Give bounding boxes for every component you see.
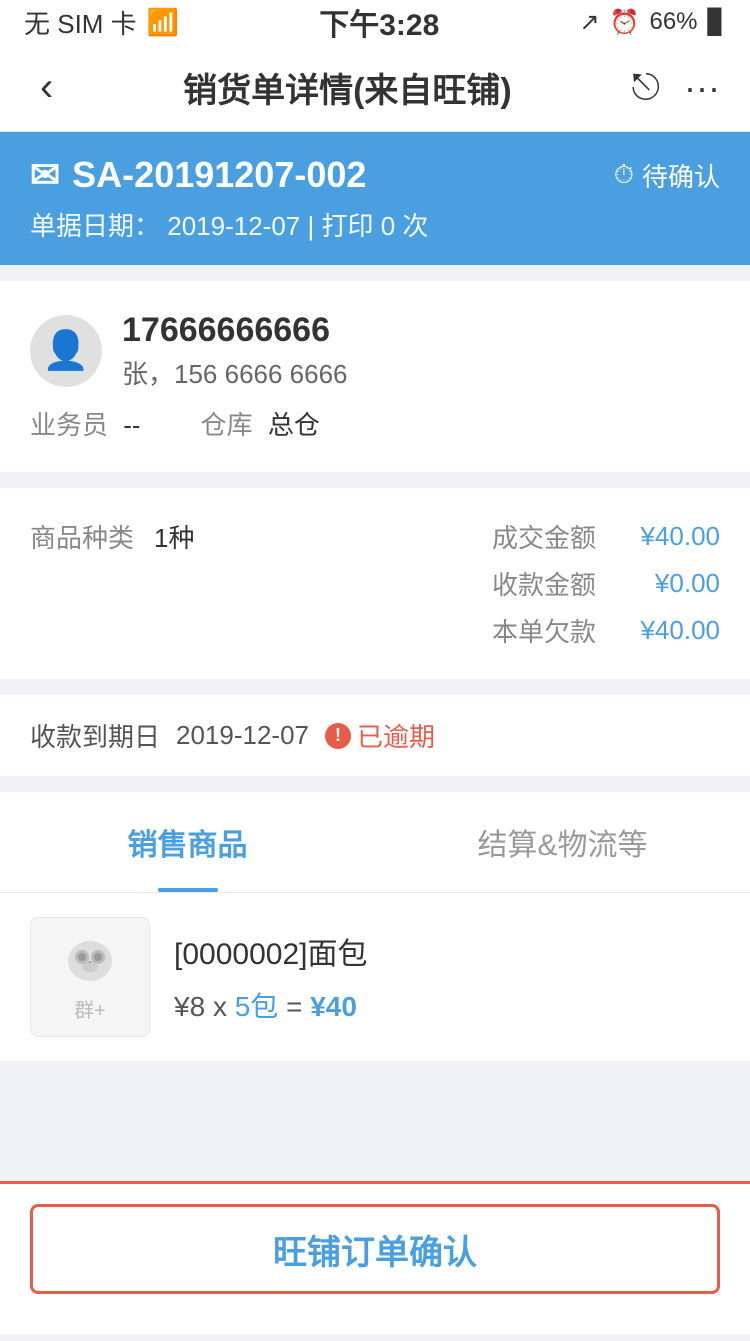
received-value: ¥0.00: [620, 568, 720, 599]
product-type-value: 1种: [154, 518, 194, 555]
product-price-line: ¥8 x 5包 = ¥40: [174, 985, 720, 1025]
status-text: 待确认: [642, 157, 720, 194]
sales-meta: 业务员 --: [30, 405, 141, 442]
confirm-button-wrapper: 旺铺订单确认: [0, 1181, 750, 1334]
warehouse-value: 总仓: [268, 410, 320, 440]
order-status: ⏱ 待确认: [614, 157, 720, 194]
equals-sign: =: [286, 991, 302, 1022]
product-type-label: 商品种类: [30, 518, 134, 555]
quantity: 5包: [235, 991, 279, 1022]
nav-bar: ‹ 销货单详情(来自旺铺) ⎋ ···: [0, 44, 750, 132]
avatar: 👤: [30, 315, 102, 387]
summary-row-owed: 本单欠款 ¥40.00: [492, 612, 720, 649]
order-banner: ✉ SA-20191207-002 ⏱ 待确认 单据日期： 2019-12-07…: [0, 132, 750, 265]
status-right: ↗ ⏰ 66% ▊: [579, 8, 726, 37]
nav-actions: ⎋ ···: [632, 66, 720, 109]
owed-value: ¥40.00: [620, 615, 720, 646]
warehouse-meta: 仓库 总仓: [201, 405, 320, 442]
customer-row: 👤 17666666666 张，156 6666 6666: [30, 311, 720, 391]
order-date-info: 单据日期： 2019-12-07 | 打印 0 次: [30, 206, 720, 243]
owl-icon: [60, 931, 120, 992]
owl-svg: [60, 931, 120, 986]
product-thumbnail: 群+: [30, 917, 150, 1037]
summary-row-received: 收款金额 ¥0.00: [492, 565, 720, 602]
unit-price: ¥8: [174, 991, 205, 1022]
warehouse-label: 仓库: [201, 410, 253, 440]
sales-value: --: [123, 410, 140, 440]
time-display: 下午3:28: [319, 0, 439, 44]
wifi-icon: 📶: [147, 7, 179, 38]
product-name: [0000002]面包: [174, 929, 720, 973]
customer-phone: 17666666666: [122, 311, 348, 350]
summary-left: 商品种类 1种: [30, 518, 194, 555]
confirm-order-button[interactable]: 旺铺订单确认: [30, 1204, 720, 1294]
customer-details: 17666666666 张，156 6666 6666: [122, 311, 348, 391]
status-bar: 无 SIM 卡 📶 下午3:28 ↗ ⏰ 66% ▊: [0, 0, 750, 44]
tab-products[interactable]: 销售商品: [0, 792, 375, 892]
back-button[interactable]: ‹: [30, 55, 63, 120]
battery-text: 66%: [649, 8, 697, 36]
overdue-text: 已逾期: [357, 717, 435, 754]
total-price: ¥40: [310, 991, 357, 1022]
order-icon: ✉: [30, 154, 60, 196]
carrier-text: 无 SIM 卡: [24, 4, 137, 41]
deal-amount-label: 成交金额: [492, 518, 596, 555]
date-label: 单据日期：: [30, 211, 160, 241]
received-label: 收款金额: [492, 565, 596, 602]
due-date-label: 收款到期日: [30, 717, 160, 754]
meta-row: 业务员 -- 仓库 总仓: [30, 405, 720, 442]
product-info: [0000002]面包 ¥8 x 5包 = ¥40: [174, 929, 720, 1025]
sales-label: 业务员: [30, 410, 108, 440]
due-date-card: 收款到期日 2019-12-07 ! 已逾期: [0, 695, 750, 776]
order-id: ✉ SA-20191207-002: [30, 154, 366, 196]
due-date-value: 2019-12-07: [176, 720, 309, 751]
summary-right: 成交金额 ¥40.00 收款金额 ¥0.00 本单欠款 ¥40.00: [492, 518, 720, 649]
summary-row-deal: 成交金额 ¥40.00: [492, 518, 720, 555]
more-icon[interactable]: ···: [684, 67, 720, 109]
tab-settlement[interactable]: 结算&物流等: [375, 792, 750, 892]
tabs-container: 销售商品 结算&物流等: [0, 792, 750, 893]
status-clock-icon: ⏱: [614, 159, 634, 191]
summary-card: 商品种类 1种 成交金额 ¥40.00 收款金额 ¥0.00 本单欠款 ¥40.…: [0, 488, 750, 679]
deal-amount-value: ¥40.00: [620, 521, 720, 552]
alarm-icon: ⏰: [610, 8, 640, 37]
product-section: 群+ [0000002]面包 ¥8 x 5包 = ¥40: [0, 893, 750, 1061]
logo-brand-text: 群+: [60, 994, 120, 1023]
separator: |: [307, 211, 321, 241]
warning-icon: !: [325, 723, 351, 749]
share-icon[interactable]: ⎋: [632, 66, 660, 109]
order-banner-top: ✉ SA-20191207-002 ⏱ 待确认: [30, 154, 720, 196]
location-icon: ↗: [579, 8, 599, 37]
carrier-wifi: 无 SIM 卡 📶: [24, 4, 179, 41]
multiplier: x: [213, 991, 227, 1022]
page-title: 销货单详情(来自旺铺): [183, 63, 512, 112]
overdue-badge: ! 已逾期: [325, 717, 435, 754]
order-id-text: SA-20191207-002: [72, 154, 366, 196]
customer-sub-info: 张，156 6666 6666: [122, 354, 348, 391]
print-info: 打印 0 次: [321, 211, 428, 241]
owed-label: 本单欠款: [492, 612, 596, 649]
battery-icon: ▊: [708, 8, 726, 37]
product-logo: 群+: [60, 931, 120, 1023]
avatar-icon: 👤: [42, 329, 89, 373]
order-date: 2019-12-07: [167, 211, 300, 241]
product-item: 群+ [0000002]面包 ¥8 x 5包 = ¥40: [30, 917, 720, 1037]
customer-info-card: 👤 17666666666 张，156 6666 6666 业务员 -- 仓库 …: [0, 281, 750, 472]
